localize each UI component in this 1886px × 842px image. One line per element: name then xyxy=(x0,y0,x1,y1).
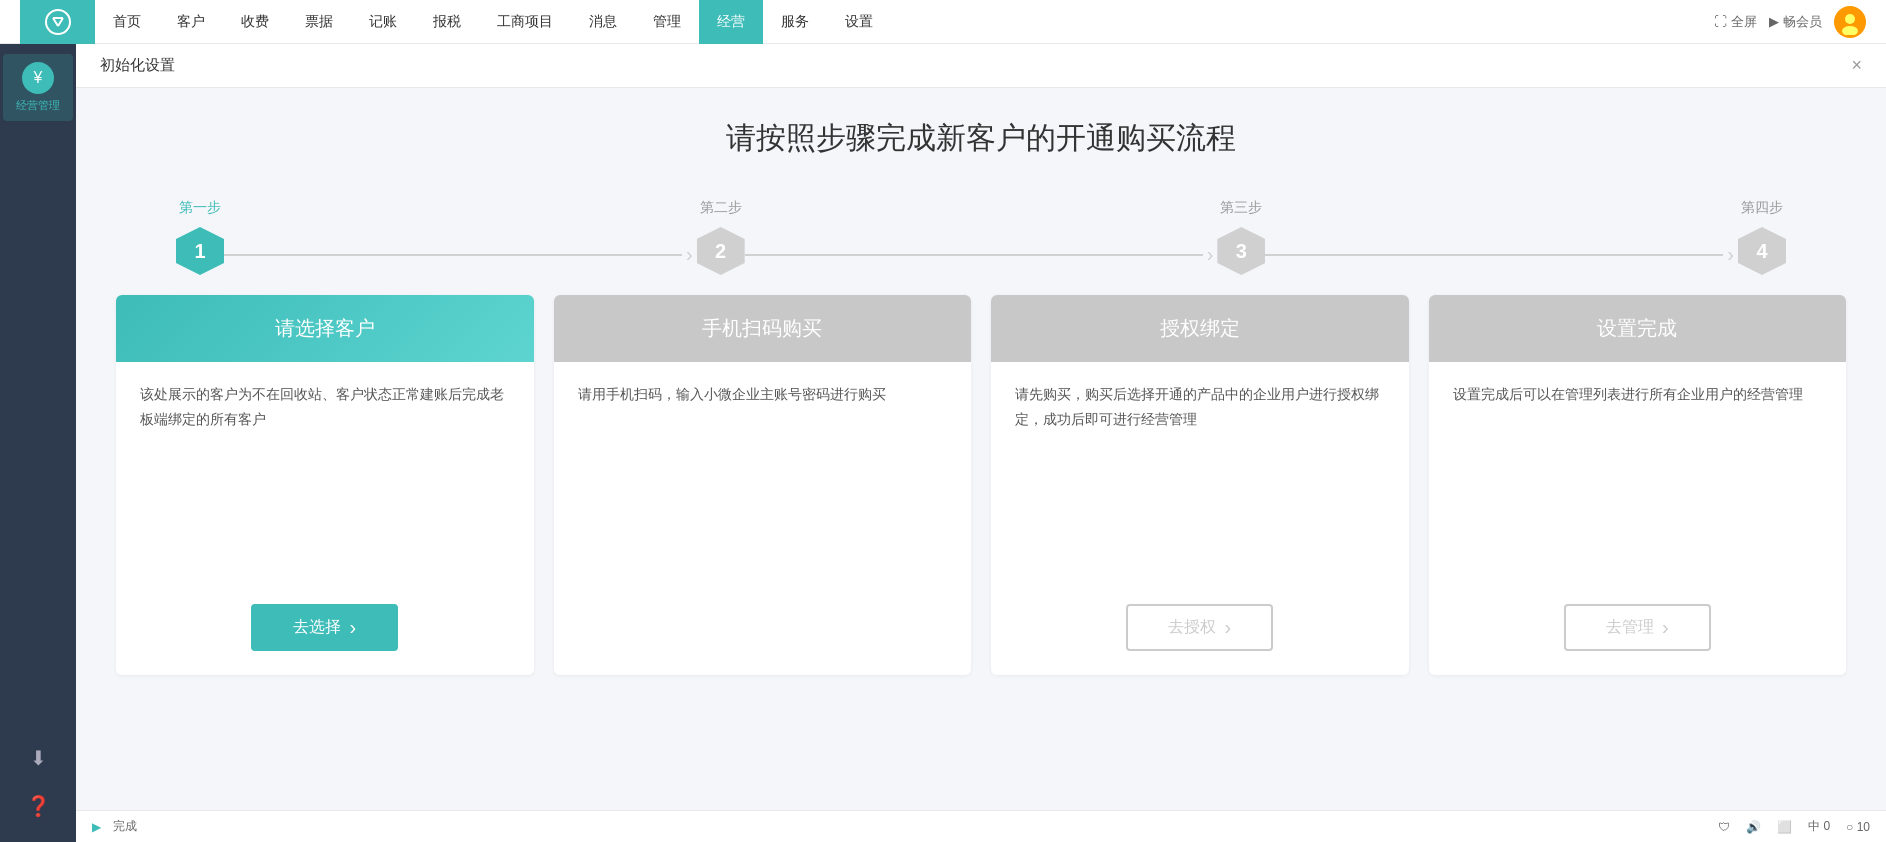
svg-point-0 xyxy=(46,10,70,34)
card-3-body: 请先购买，购买后选择开通的产品中的企业用户进行授权绑定，成功后即可进行经营管理 xyxy=(991,382,1409,584)
cards-row: 请选择客户 该处展示的客户为不在回收站、客户状态正常建账后完成老板端绑定的所有客… xyxy=(116,295,1846,675)
volume-icon[interactable]: 🔊 xyxy=(1746,820,1761,834)
step-2-label: 第二步 xyxy=(700,199,742,217)
sidebar-item-operation[interactable]: ¥ 经营管理 xyxy=(3,54,73,121)
fullscreen-icon: ⛶ xyxy=(1714,14,1727,29)
step-1: 第一步 1 xyxy=(176,199,224,275)
go-manage-button[interactable]: 去管理 › xyxy=(1564,604,1711,651)
sidebar: ¥ 经营管理 ⬇ ❓ xyxy=(0,44,76,842)
card-2-header: 手机扫码购买 xyxy=(554,295,972,362)
time-indicator: ○ 10 xyxy=(1846,820,1870,834)
nav-operation[interactable]: 经营 xyxy=(699,0,763,44)
go-manage-label: 去管理 xyxy=(1606,617,1654,638)
top-navigation: 首页 客户 收费 票据 记账 报税 工商项目 消息 管理 经营 服务 设置 ⛶ … xyxy=(0,0,1886,44)
card-3-header: 授权绑定 xyxy=(991,295,1409,362)
card-3-footer: 去授权 › xyxy=(991,604,1409,651)
fullscreen-label: 全屏 xyxy=(1731,13,1757,31)
nav-service[interactable]: 服务 xyxy=(763,0,827,44)
nav-bill[interactable]: 票据 xyxy=(287,0,351,44)
step-3-circle: 3 xyxy=(1217,227,1265,275)
nav-business[interactable]: 工商项目 xyxy=(479,0,571,44)
step-1-circle: 1 xyxy=(176,227,224,275)
card-2-body: 请用手机扫码，输入小微企业主账号密码进行购买 xyxy=(554,382,972,631)
support-icon[interactable]: ❓ xyxy=(18,786,59,826)
card-1-body: 该处展示的客户为不在回收站、客户状态正常建账后完成老板端绑定的所有客户 xyxy=(116,382,534,584)
svg-point-1 xyxy=(1845,14,1855,24)
connector-1: › xyxy=(224,243,697,266)
play-icon: ▶ xyxy=(1769,14,1779,29)
avatar[interactable] xyxy=(1834,6,1866,38)
nav-logo xyxy=(20,0,95,44)
card-auth-bind: 授权绑定 请先购买，购买后选择开通的产品中的企业用户进行授权绑定，成功后即可进行… xyxy=(991,295,1409,675)
nav-right: ⛶ 全屏 ▶ 畅会员 xyxy=(1714,6,1866,38)
nav-home[interactable]: 首页 xyxy=(95,0,159,44)
bottom-bar-right: 🛡 🔊 ⬜ 中 0 ○ 10 xyxy=(1718,818,1870,835)
card-scan-purchase: 手机扫码购买 请用手机扫码，输入小微企业主账号密码进行购买 xyxy=(554,295,972,675)
svg-point-2 xyxy=(1842,26,1858,35)
nav-items: 首页 客户 收费 票据 记账 报税 工商项目 消息 管理 经营 服务 设置 xyxy=(95,0,1714,44)
ime-indicator: 中 0 xyxy=(1808,818,1830,835)
bottom-bar: ▶ 完成 🛡 🔊 ⬜ 中 0 ○ 10 xyxy=(76,810,1886,842)
step-4-circle: 4 xyxy=(1738,227,1786,275)
content-area: 请按照步骤完成新客户的开通购买流程 第一步 1 › 第 xyxy=(76,88,1886,810)
sidebar-item-label: 经营管理 xyxy=(16,98,60,113)
nav-account[interactable]: 记账 xyxy=(351,0,415,44)
card-setup-complete: 设置完成 设置完成后可以在管理列表进行所有企业用户的经营管理 去管理 › xyxy=(1429,295,1847,675)
step-4-label: 第四步 xyxy=(1741,199,1783,217)
card-4-footer: 去管理 › xyxy=(1429,604,1847,651)
go-select-button[interactable]: 去选择 › xyxy=(251,604,398,651)
nav-message[interactable]: 消息 xyxy=(571,0,635,44)
fullscreen-button[interactable]: ⛶ 全屏 xyxy=(1714,13,1757,31)
step-1-label: 第一步 xyxy=(179,199,221,217)
go-auth-arrow: › xyxy=(1224,616,1231,639)
close-button[interactable]: × xyxy=(1851,55,1862,76)
steps-indicator: 第一步 1 › 第二步 2 xyxy=(116,199,1846,275)
main-title: 请按照步骤完成新客户的开通购买流程 xyxy=(116,118,1846,159)
go-auth-label: 去授权 xyxy=(1168,617,1216,638)
nav-tax[interactable]: 报税 xyxy=(415,0,479,44)
step-2-circle: 2 xyxy=(697,227,745,275)
connector-2: › xyxy=(745,243,1218,266)
sidebar-bottom: ⬇ ❓ xyxy=(18,738,59,842)
card-4-header: 设置完成 xyxy=(1429,295,1847,362)
go-manage-arrow: › xyxy=(1662,616,1669,639)
vip-button[interactable]: ▶ 畅会员 xyxy=(1769,13,1822,31)
step-2: 第二步 2 xyxy=(697,199,745,275)
status-label: 完成 xyxy=(113,818,137,835)
window-icon: ⬜ xyxy=(1777,820,1792,834)
go-auth-button[interactable]: 去授权 › xyxy=(1126,604,1273,651)
card-select-client: 请选择客户 该处展示的客户为不在回收站、客户状态正常建账后完成老板端绑定的所有客… xyxy=(116,295,534,675)
main-content: 初始化设置 × 请按照步骤完成新客户的开通购买流程 第一步 1 › xyxy=(76,44,1886,842)
shield-icon: 🛡 xyxy=(1718,820,1730,834)
play-btn[interactable]: ▶ xyxy=(92,820,101,834)
step-3-label: 第三步 xyxy=(1220,199,1262,217)
main-layout: ¥ 经营管理 ⬇ ❓ 初始化设置 × 请按照步骤完成新客户的开通购买流程 第一步 xyxy=(0,44,1886,842)
connector-3: › xyxy=(1265,243,1738,266)
nav-settings[interactable]: 设置 xyxy=(827,0,891,44)
step-4: 第四步 4 xyxy=(1738,199,1786,275)
go-select-arrow: › xyxy=(349,616,356,639)
nav-manage[interactable]: 管理 xyxy=(635,0,699,44)
vip-label: 畅会员 xyxy=(1783,13,1822,31)
nav-fee[interactable]: 收费 xyxy=(223,0,287,44)
nav-client[interactable]: 客户 xyxy=(159,0,223,44)
go-select-label: 去选择 xyxy=(293,617,341,638)
page-header: 初始化设置 × xyxy=(76,44,1886,88)
card-1-footer: 去选择 › xyxy=(116,604,534,651)
step-3: 第三步 3 xyxy=(1217,199,1265,275)
card-4-body: 设置完成后可以在管理列表进行所有企业用户的经营管理 xyxy=(1429,382,1847,584)
operation-icon: ¥ xyxy=(22,62,54,94)
page-title: 初始化设置 xyxy=(100,56,175,75)
card-1-header: 请选择客户 xyxy=(116,295,534,362)
download-icon[interactable]: ⬇ xyxy=(22,738,55,778)
